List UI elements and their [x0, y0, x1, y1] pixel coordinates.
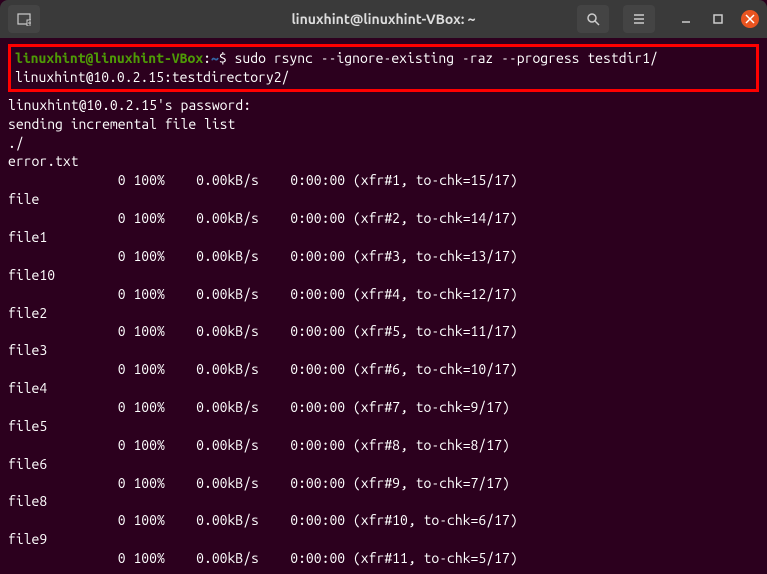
transfer-progress: 0 100% 0.00kB/s 0:00:00 (xfr#6, to-chk=1… [8, 360, 759, 379]
transfer-progress: 0 100% 0.00kB/s 0:00:00 (xfr#5, to-chk=1… [8, 322, 759, 341]
transfer-filename: file10 [8, 266, 759, 285]
window-controls [677, 10, 759, 28]
transfer-progress: 0 100% 0.00kB/s 0:00:00 (xfr#2, to-chk=1… [8, 209, 759, 228]
hamburger-menu-button[interactable] [623, 5, 655, 33]
transfer-progress: 0 100% 0.00kB/s 0:00:00 (xfr#1, to-chk=1… [8, 171, 759, 190]
transfer-filename: file5 [8, 417, 759, 436]
transfer-filename: error.txt [8, 152, 759, 171]
transfer-filename: file2 [8, 304, 759, 323]
close-icon [745, 14, 755, 24]
new-tab-button[interactable] [8, 5, 40, 33]
prompt-dollar: $ [219, 50, 227, 66]
transfer-progress: 0 100% 0.00kB/s 0:00:00 (xfr#8, to-chk=8… [8, 436, 759, 455]
hamburger-icon [632, 12, 646, 26]
transfer-filename: file6 [8, 455, 759, 474]
minimize-icon [680, 13, 692, 25]
prompt-user-host: linuxhint@linuxhint-VBox [15, 50, 203, 66]
dotslash-line: ./ [8, 134, 759, 153]
maximize-icon [712, 13, 724, 25]
transfer-progress: 0 100% 0.00kB/s 0:00:00 (xfr#11, to-chk=… [8, 549, 759, 568]
transfer-filename: file8 [8, 492, 759, 511]
transfer-list: error.txt 0 100% 0.00kB/s 0:00:00 (xfr#1… [8, 152, 759, 568]
command-highlight-box: linuxhint@linuxhint-VBox:~$ sudo rsync -… [8, 44, 759, 92]
transfer-progress: 0 100% 0.00kB/s 0:00:00 (xfr#10, to-chk=… [8, 511, 759, 530]
transfer-filename: file1 [8, 228, 759, 247]
password-prompt-line: linuxhint@10.0.2.15's password: [8, 96, 759, 115]
transfer-filename: file9 [8, 530, 759, 549]
transfer-progress: 0 100% 0.00kB/s 0:00:00 (xfr#7, to-chk=9… [8, 398, 759, 417]
terminal-tab-icon [17, 12, 31, 26]
search-button[interactable] [577, 5, 609, 33]
terminal-body[interactable]: linuxhint@linuxhint-VBox:~$ sudo rsync -… [0, 38, 767, 574]
minimize-button[interactable] [677, 10, 695, 28]
window-title: linuxhint@linuxhint-VBox: ~ [291, 11, 475, 27]
search-icon [586, 12, 600, 26]
window-titlebar: linuxhint@linuxhint-VBox: ~ [0, 0, 767, 38]
transfer-filename: file4 [8, 379, 759, 398]
transfer-filename: file3 [8, 341, 759, 360]
maximize-button[interactable] [709, 10, 727, 28]
transfer-progress: 0 100% 0.00kB/s 0:00:00 (xfr#9, to-chk=7… [8, 474, 759, 493]
transfer-progress: 0 100% 0.00kB/s 0:00:00 (xfr#3, to-chk=1… [8, 247, 759, 266]
sending-line: sending incremental file list [8, 115, 759, 134]
transfer-filename: file [8, 190, 759, 209]
titlebar-left [8, 5, 40, 33]
titlebar-right [577, 5, 759, 33]
transfer-progress: 0 100% 0.00kB/s 0:00:00 (xfr#4, to-chk=1… [8, 285, 759, 304]
prompt-separator: : [203, 50, 211, 66]
close-button[interactable] [741, 10, 759, 28]
prompt-path: ~ [211, 50, 219, 66]
